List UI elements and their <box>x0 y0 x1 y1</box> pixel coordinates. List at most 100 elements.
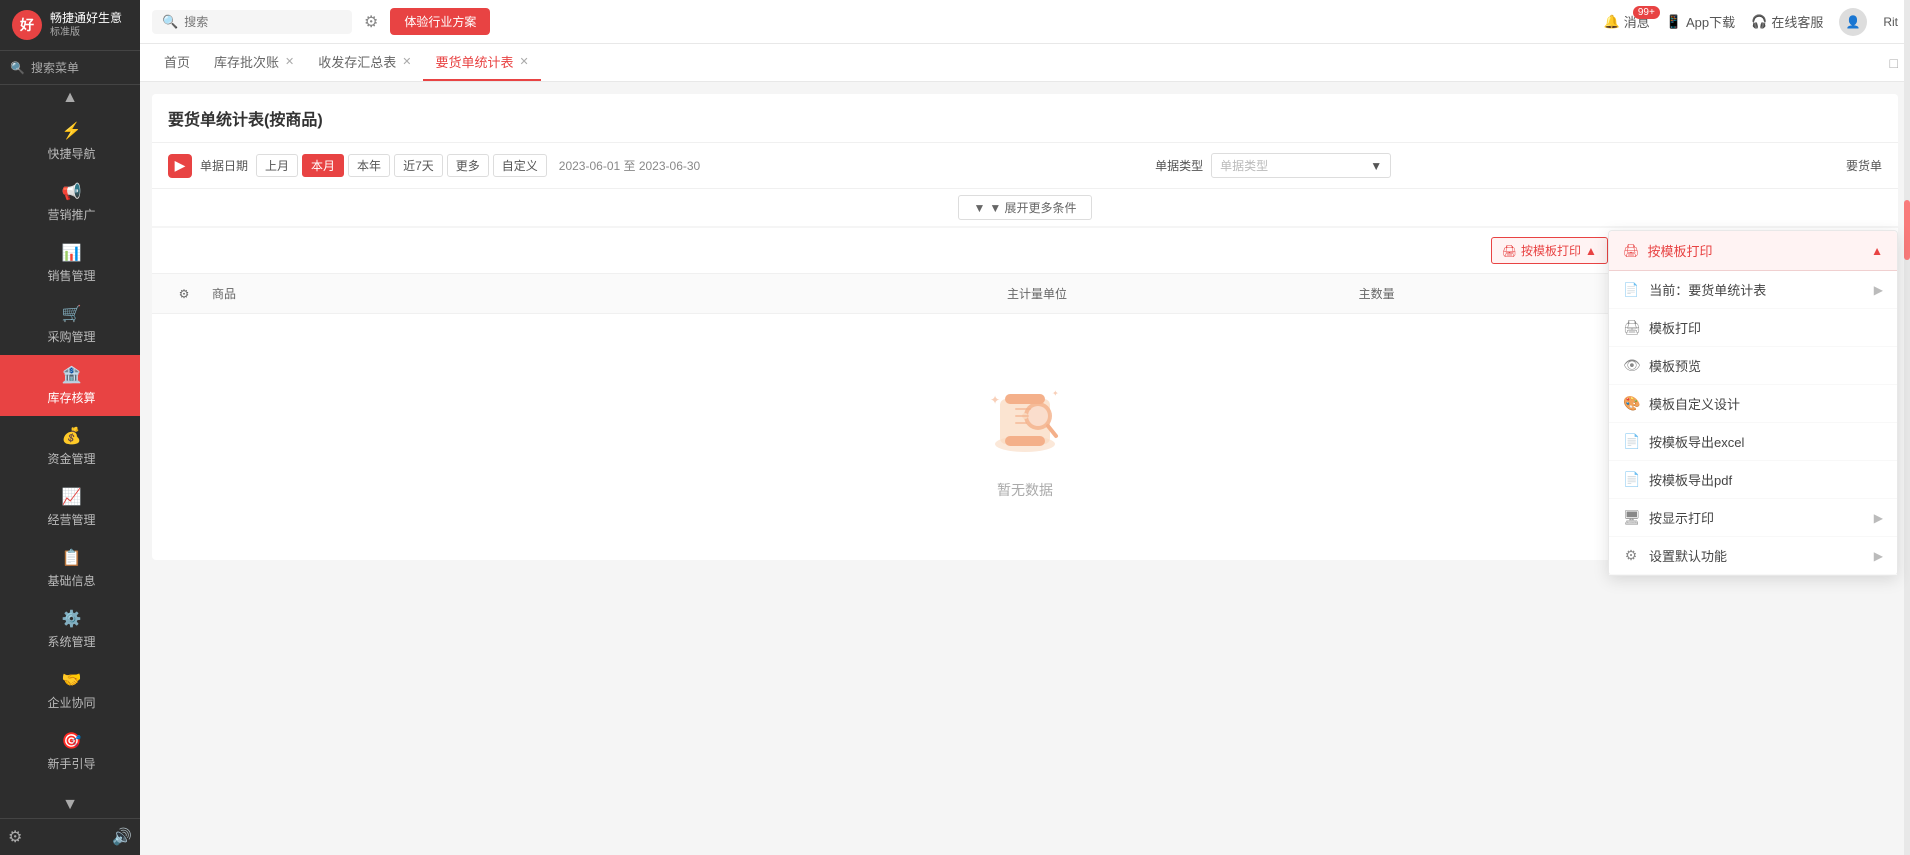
date-prev-month[interactable]: 上月 <box>256 154 298 177</box>
sidebar-item-apps[interactable]: 📱 应用中心 <box>0 782 140 792</box>
sidebar-item-inventory[interactable]: 🏦 库存核算 <box>0 355 140 416</box>
sidebar-scroll-up[interactable]: ▲ <box>0 85 140 111</box>
export-pdf-label: 按模板导出pdf <box>1649 470 1732 489</box>
topbar-search-icon: 🔍 <box>162 14 178 30</box>
doc-icon: 📄 <box>1623 282 1639 298</box>
notification-button[interactable]: 🔔 消息 99+ <box>1604 12 1650 31</box>
app-download-link[interactable]: 📱 App下载 <box>1666 12 1735 31</box>
tab-receipt-summary[interactable]: 收发存汇总表 ✕ <box>306 44 423 81</box>
tab-inventory-batch[interactable]: 库存批次账 ✕ <box>202 44 306 81</box>
sidebar-item-basics[interactable]: 📋 基础信息 <box>0 538 140 599</box>
sidebar-item-marketing[interactable]: 📢 营销推广 <box>0 172 140 233</box>
dropdown-template-preview[interactable]: 👁 模板预览 <box>1609 347 1897 385</box>
col-product: 商品 <box>204 285 867 302</box>
col-unit: 主计量单位 <box>867 285 1207 302</box>
quick-nav-icon: ⚡ <box>62 121 82 141</box>
sidebar-item-system[interactable]: ⚙️ 系统管理 <box>0 599 140 660</box>
sidebar-item-label: 企业协同 <box>47 694 95 711</box>
sidebar-footer: ⚙ 🔊 <box>0 818 140 855</box>
sidebar-item-label: 采购管理 <box>47 328 95 345</box>
expand-more-label: ▼ 展开更多条件 <box>989 199 1076 216</box>
print-chevron-up: ▲ <box>1585 244 1597 258</box>
username[interactable]: Rit <box>1883 15 1898 29</box>
sidebar-item-label: 营销推广 <box>47 206 95 223</box>
close-order-summary-tab[interactable]: ✕ <box>520 55 529 68</box>
export-excel-icon: 📄 <box>1623 433 1639 450</box>
sidebar-item-collab[interactable]: 🤝 企业协同 <box>0 660 140 721</box>
sidebar-item-label: 资金管理 <box>47 450 95 467</box>
app-name: 畅捷通好生意 标准版 <box>50 11 122 40</box>
page-content-area: 要货单统计表(按商品) ▶ 单据日期 上月 本月 本年 近7天 更多 自定义 2… <box>140 82 1910 855</box>
export-pdf-icon: 📄 <box>1623 471 1639 488</box>
tab-order-summary[interactable]: 要货单统计表 ✕ <box>423 44 540 81</box>
dropdown-header-label: 按模板打印 <box>1648 241 1713 260</box>
date-current-year[interactable]: 本年 <box>348 154 390 177</box>
right-scrollbar[interactable] <box>1904 0 1910 855</box>
topbar: 🔍 ⚙ 体验行业方案 🔔 消息 99+ 📱 App下载 🎧 在线客服 👤 Rit <box>140 0 1910 44</box>
settings-footer-icon[interactable]: ⚙ <box>8 827 22 847</box>
sidebar-scroll-down[interactable]: ▼ <box>0 792 140 818</box>
dropdown-set-default[interactable]: ⚙ 设置默认功能 ▶ <box>1609 537 1897 575</box>
date-more[interactable]: 更多 <box>447 154 489 177</box>
date-last-7-days[interactable]: 近7天 <box>394 154 443 177</box>
finance-icon: 💰 <box>62 426 82 446</box>
type-select[interactable]: 单据类型 ▼ <box>1211 153 1391 178</box>
phone-icon: 📱 <box>1666 14 1682 30</box>
tabs-bar: 首页 库存批次账 ✕ 收发存汇总表 ✕ 要货单统计表 ✕ □ <box>140 44 1910 82</box>
template-custom-icon: 🎨 <box>1623 395 1639 412</box>
tab-inventory-batch-label: 库存批次账 <box>214 52 279 71</box>
date-custom[interactable]: 自定义 <box>493 154 547 177</box>
sidebar-logo: 好 畅捷通好生意 标准版 <box>0 0 140 51</box>
trial-button[interactable]: 体验行业方案 <box>390 8 490 35</box>
topbar-search-input[interactable] <box>184 15 324 29</box>
filter-expand-button[interactable]: ▶ <box>168 154 192 178</box>
topbar-right: 🔔 消息 99+ 📱 App下载 🎧 在线客服 👤 Rit <box>1604 8 1898 36</box>
print-label: 按模板打印 <box>1521 242 1581 259</box>
topbar-search-container[interactable]: 🔍 <box>152 10 352 34</box>
dropdown-export-pdf[interactable]: 📄 按模板导出pdf <box>1609 461 1897 499</box>
online-service-link[interactable]: 🎧 在线客服 <box>1751 12 1823 31</box>
sidebar-search[interactable]: 🔍 搜索菜单 <box>0 51 140 85</box>
sidebar-item-purchase[interactable]: 🛒 采购管理 <box>0 294 140 355</box>
tab-receipt-summary-label: 收发存汇总表 <box>318 52 396 71</box>
dropdown-current-item[interactable]: 📄 当前：要货单统计表 ▶ <box>1609 271 1897 309</box>
svg-text:✦: ✦ <box>990 393 1000 407</box>
sidebar-item-label: 库存核算 <box>47 389 95 406</box>
collab-icon: 🤝 <box>62 670 82 690</box>
display-print-arrow: ▶ <box>1874 511 1883 525</box>
tab-home[interactable]: 首页 <box>152 44 202 81</box>
app-logo-icon: 好 <box>12 10 42 40</box>
avatar: 👤 <box>1839 8 1867 36</box>
template-preview-icon: 👁 <box>1623 357 1639 374</box>
sidebar-item-quick-nav[interactable]: ⚡ 快捷导航 <box>0 111 140 172</box>
dropdown-collapse-icon[interactable]: ▲ <box>1871 244 1883 258</box>
close-inventory-batch-tab[interactable]: ✕ <box>285 55 294 68</box>
page-header: 要货单统计表(按商品) <box>152 94 1898 130</box>
guide-icon: 🎯 <box>62 731 82 751</box>
yh-filter-label: 要货单 <box>1846 157 1882 174</box>
sidebar-item-label: 销售管理 <box>47 267 95 284</box>
sidebar-item-operations[interactable]: 📈 经营管理 <box>0 477 140 538</box>
headset-icon: 🎧 <box>1751 14 1767 30</box>
dropdown-template-print[interactable]: 🖨 模板打印 <box>1609 309 1897 347</box>
sidebar-item-sales[interactable]: 📊 销售管理 <box>0 233 140 294</box>
expand-more-icon: ▼ <box>973 201 985 215</box>
tab-expand-icon[interactable]: □ <box>1890 55 1898 71</box>
scrollbar-thumb[interactable] <box>1904 200 1910 260</box>
empty-state-illustration: ✦ ✦ <box>980 374 1070 464</box>
dropdown-export-excel[interactable]: 📄 按模板导出excel <box>1609 423 1897 461</box>
audio-footer-icon[interactable]: 🔊 <box>112 827 132 847</box>
close-receipt-summary-tab[interactable]: ✕ <box>402 55 411 68</box>
print-button[interactable]: 🖨 按模板打印 ▲ <box>1491 237 1608 264</box>
col-settings[interactable]: ⚙ <box>164 287 204 301</box>
date-current-month[interactable]: 本月 <box>302 154 344 177</box>
topbar-gear-icon[interactable]: ⚙ <box>364 12 378 32</box>
expand-more-button[interactable]: ▼ ▼ 展开更多条件 <box>958 195 1091 220</box>
svg-text:✦: ✦ <box>1052 389 1059 398</box>
sidebar-item-guide[interactable]: 🎯 新手引导 <box>0 721 140 782</box>
sidebar-item-finance[interactable]: 💰 资金管理 <box>0 416 140 477</box>
dropdown-display-print[interactable]: 🖥 按显示打印 ▶ <box>1609 499 1897 537</box>
dropdown-template-custom[interactable]: 🎨 模板自定义设计 <box>1609 385 1897 423</box>
notification-badge: 99+ <box>1633 6 1660 19</box>
empty-state-label: 暂无数据 <box>997 480 1053 500</box>
